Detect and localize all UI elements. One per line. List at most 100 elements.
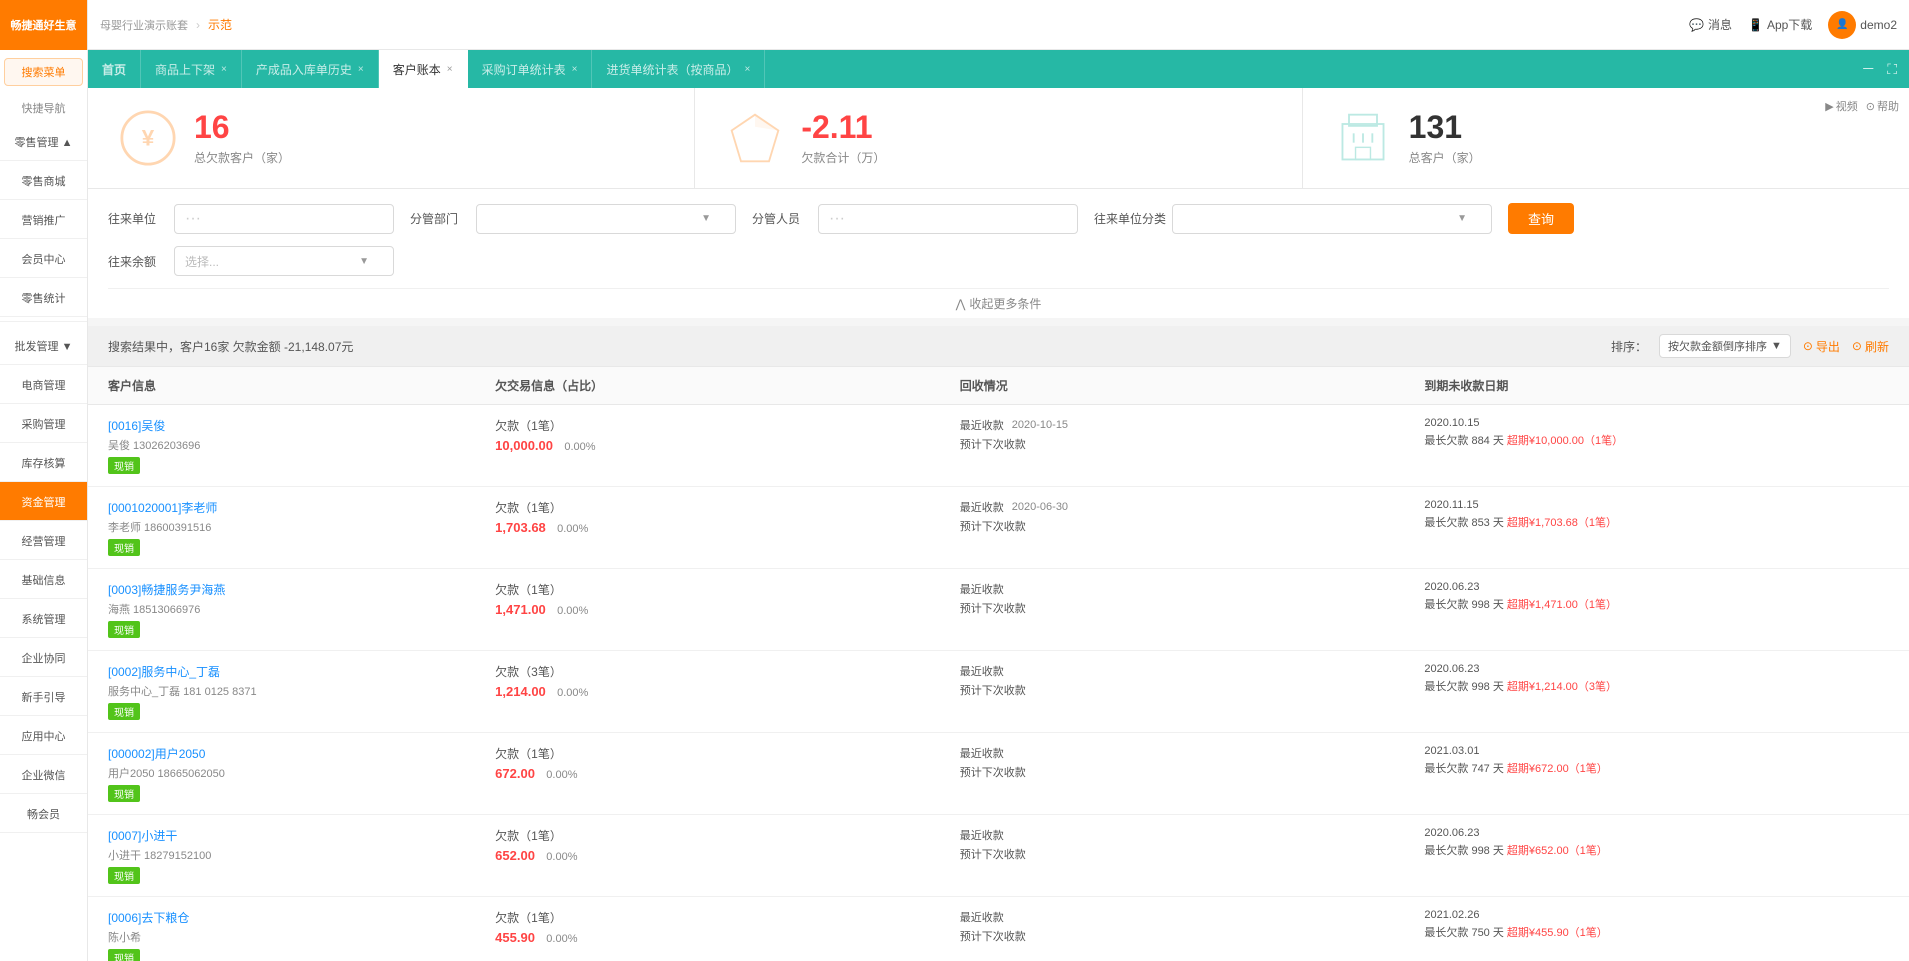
sidebar-item-retail-mall[interactable]: 零售商城 xyxy=(0,161,87,200)
sidebar-item-finance[interactable]: 资金管理 xyxy=(0,482,87,521)
table-row: [0001020001]李老师 李老师 18600391516 现销 欠款（1笔… xyxy=(88,487,1909,569)
customer-tag-6: 现销 xyxy=(108,867,140,884)
customer-name-4[interactable]: [0002]服务中心_丁磊 xyxy=(108,663,495,680)
tab-production[interactable]: 产成品入库单历史 × xyxy=(242,50,379,88)
dept-select[interactable]: ▼ xyxy=(476,204,736,234)
debt-amount-5: 672.00 xyxy=(495,766,535,781)
customer-name-5[interactable]: [000002]用户2050 xyxy=(108,745,495,762)
recovery-info-3: 最近收款 预计下次收款 xyxy=(960,581,1425,619)
sidebar-item-warehouse[interactable]: 库存核算 xyxy=(0,443,87,482)
debt-info-3: 欠款（1笔） 1,471.00 0.00% xyxy=(495,581,960,617)
tab-home-label: 首页 xyxy=(102,61,126,78)
overdue-link-4[interactable]: 超期¥1,214.00（3笔） xyxy=(1507,681,1617,693)
breadcrumb-current: 示范 xyxy=(208,16,232,33)
quick-nav[interactable]: 快捷导航 xyxy=(0,94,87,122)
sidebar-item-ops-mgmt[interactable]: 经营管理 xyxy=(0,521,87,560)
customer-name-2[interactable]: [0001020001]李老师 xyxy=(108,499,495,516)
sidebar-item-sys-mgmt[interactable]: 系统管理 xyxy=(0,599,87,638)
col-header-date: 到期未收款日期 xyxy=(1424,377,1889,394)
sidebar-item-batch-mgmt[interactable]: 批发管理 ▼ xyxy=(0,326,87,365)
customer-tag-3: 现销 xyxy=(108,621,140,638)
tab-bar: 首页 商品上下架 × 产成品入库单历史 × 客户账本 × 采购订单统计表 × 进… xyxy=(88,50,1909,88)
recovery-info-6: 最近收款 预计下次收款 xyxy=(960,827,1425,865)
tab-production-close[interactable]: × xyxy=(358,64,364,75)
stat-label-total: 总客户（家） xyxy=(1409,149,1481,166)
tab-purchase-stats-close[interactable]: × xyxy=(572,64,578,75)
overdue-link-1[interactable]: 超期¥10,000.00（1笔） xyxy=(1507,435,1623,447)
sidebar-item-member[interactable]: 会员中心 xyxy=(0,239,87,278)
customer-phone-5: 用户2050 18665062050 xyxy=(108,765,495,781)
overdue-link-2[interactable]: 超期¥1,703.68（1笔） xyxy=(1507,517,1617,529)
customer-name-7[interactable]: [0006]去下粮仓 xyxy=(108,909,495,926)
logo-text: 畅捷通好生意 xyxy=(11,17,77,33)
balance-select[interactable]: 选择... ▼ xyxy=(174,246,394,276)
stat-card-total: 131 总客户（家） ▶ 视频 ⊙ 帮助 xyxy=(1303,88,1909,188)
tab-customer-account-label: 客户账本 xyxy=(393,61,441,78)
customer-name-6[interactable]: [0007]小进干 xyxy=(108,827,495,844)
tab-inbound-stats[interactable]: 进货单统计表（按商品） × xyxy=(592,50,765,88)
person-input[interactable]: ··· xyxy=(818,204,1078,234)
unit-category-select[interactable]: ▼ xyxy=(1172,204,1492,234)
collapse-button[interactable]: ⋀ 收起更多条件 xyxy=(108,288,1889,318)
table-row: [0007]小进干 小进干 18279152100 现销 欠款（1笔） 652.… xyxy=(88,815,1909,897)
filter-area: 往来单位 ··· 分管部门 ▼ 分管人员 xyxy=(88,189,1909,318)
tab-purchase-stats[interactable]: 采购订单统计表 × xyxy=(468,50,593,88)
sidebar-item-corp-wechat[interactable]: 企业微信 xyxy=(0,755,87,794)
customer-name-1[interactable]: [0016]吴俊 xyxy=(108,417,495,434)
debt-percent-2: 0.00% xyxy=(557,523,588,535)
overdue-link-5[interactable]: 超期¥672.00（1笔） xyxy=(1507,763,1608,775)
top-bar: 母婴行业演示账套 › 示范 💬 消息 📱 App下载 👤 demo2 xyxy=(88,0,1909,50)
export-button[interactable]: ⊙ 导出 xyxy=(1803,338,1840,355)
sidebar-search-area: 搜索菜单 xyxy=(0,50,87,94)
sidebar-item-vip-member[interactable]: 畅会员 xyxy=(0,794,87,833)
sidebar-item-retail-mgmt[interactable]: 零售管理 ▲ xyxy=(0,122,87,161)
stats-row: ¥ 16 总欠款客户（家） xyxy=(88,88,1909,189)
sort-select[interactable]: 按欠款金额倒序排序 ▼ xyxy=(1659,334,1791,358)
customer-info-5: [000002]用户2050 用户2050 18665062050 现销 xyxy=(108,745,495,802)
sidebar-item-purchase-mgmt[interactable]: 采购管理 xyxy=(0,404,87,443)
tab-products-close[interactable]: × xyxy=(221,64,227,75)
video-button[interactable]: ▶ 视频 xyxy=(1825,98,1857,114)
tab-inbound-stats-close[interactable]: × xyxy=(744,64,750,75)
overdue-link-7[interactable]: 超期¥455.90（1笔） xyxy=(1507,927,1608,939)
minimize-button[interactable]: － xyxy=(1857,57,1879,81)
overdue-link-6[interactable]: 超期¥652.00（1笔） xyxy=(1507,845,1608,857)
table-row: [0003]畅捷服务尹海燕 海燕 18513066976 现销 欠款（1笔） 1… xyxy=(88,569,1909,651)
dept-chevron-icon: ▼ xyxy=(701,213,711,224)
tab-customer-account[interactable]: 客户账本 × xyxy=(379,50,468,88)
sidebar-item-ecom-mgmt[interactable]: 电商管理 xyxy=(0,365,87,404)
customer-phone-6: 小进干 18279152100 xyxy=(108,847,495,863)
debt-amount-7: 455.90 xyxy=(495,930,535,945)
date-info-3: 2020.06.23 最长欠款 998 天 超期¥1,471.00（1笔） xyxy=(1424,581,1889,615)
refresh-button[interactable]: ⊙ 刷新 xyxy=(1852,338,1889,355)
debt-percent-3: 0.00% xyxy=(557,605,588,617)
from-unit-input[interactable]: ··· xyxy=(174,204,394,234)
overdue-link-3[interactable]: 超期¥1,471.00（1笔） xyxy=(1507,599,1617,611)
sidebar-item-retail-stats[interactable]: 零售统计 xyxy=(0,278,87,317)
help-button[interactable]: ⊙ 帮助 xyxy=(1866,98,1899,114)
col-header-customer: 客户信息 xyxy=(108,377,495,394)
customer-tag-4: 现销 xyxy=(108,703,140,720)
video-icon: ▶ xyxy=(1825,100,1833,113)
filter-unit-category: 往来单位分类 ▼ xyxy=(1094,204,1492,234)
app-download-button[interactable]: 📱 App下载 xyxy=(1748,16,1812,33)
sidebar-nav: 零售管理 ▲ 零售商城 营销推广 会员中心 零售统计 批发管理 ▼ 电商管理 xyxy=(0,122,87,961)
search-menu-button[interactable]: 搜索菜单 xyxy=(4,58,83,86)
tab-home[interactable]: 首页 xyxy=(88,50,141,88)
sidebar-item-new-guide[interactable]: 新手引导 xyxy=(0,677,87,716)
customer-info-4: [0002]服务中心_丁磊 服务中心_丁磊 181 0125 8371 现销 xyxy=(108,663,495,720)
download-icon: 📱 xyxy=(1748,18,1763,32)
sidebar-item-app-center[interactable]: 应用中心 xyxy=(0,716,87,755)
table-area: 客户信息 欠交易信息（占比） 回收情况 到期未收款日期 [0016]吴俊 吴俊 … xyxy=(88,366,1909,961)
sidebar-item-basic-info[interactable]: 基础信息 xyxy=(0,560,87,599)
message-button[interactable]: 💬 消息 xyxy=(1689,16,1732,33)
tab-inbound-stats-label: 进货单统计表（按商品） xyxy=(606,61,738,78)
sidebar-item-corp-collab[interactable]: 企业协同 xyxy=(0,638,87,677)
tab-customer-account-close[interactable]: × xyxy=(447,64,453,75)
search-button[interactable]: 查询 xyxy=(1508,203,1574,234)
customer-name-3[interactable]: [0003]畅捷服务尹海燕 xyxy=(108,581,495,598)
maximize-button[interactable]: ⛶ xyxy=(1883,59,1901,80)
sidebar-item-marketing[interactable]: 营销推广 xyxy=(0,200,87,239)
tab-products[interactable]: 商品上下架 × xyxy=(141,50,242,88)
user-menu[interactable]: 👤 demo2 xyxy=(1828,11,1897,39)
